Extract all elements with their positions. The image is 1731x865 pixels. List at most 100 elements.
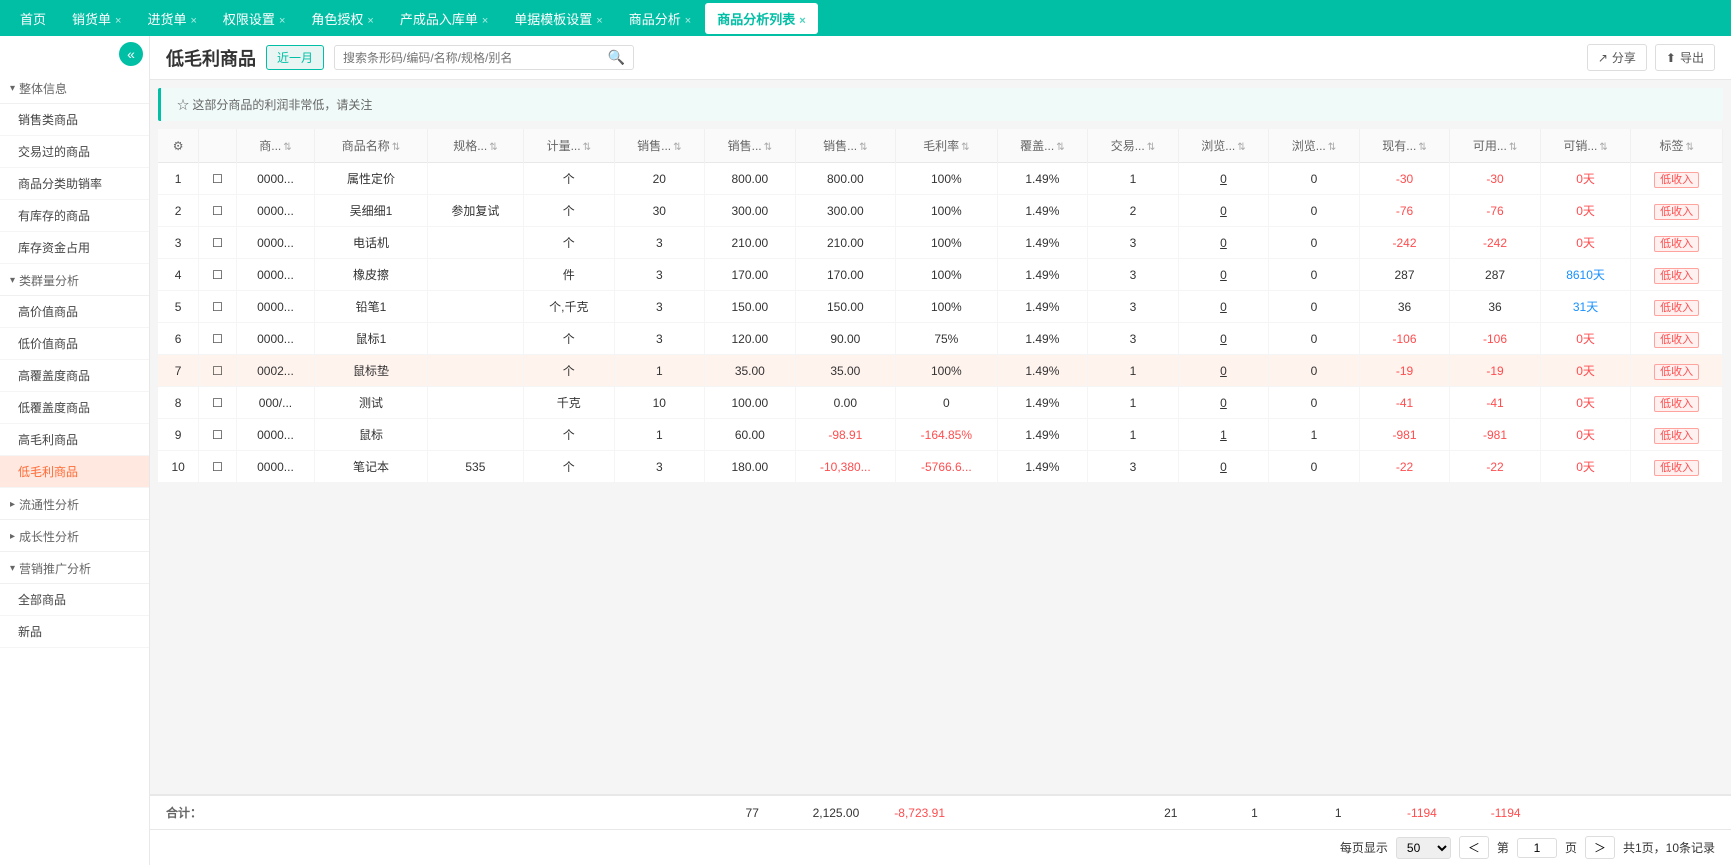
- nav-item-角色授权[interactable]: 角色授权×: [299, 3, 385, 34]
- group-label: 流通性分析: [19, 496, 79, 513]
- share-button[interactable]: ↗ 分享: [1587, 44, 1647, 71]
- row-checkbox[interactable]: ☐: [199, 227, 236, 259]
- sidebar-item-低覆盖度商品[interactable]: 低覆盖度商品: [0, 392, 149, 424]
- row-checkbox[interactable]: ☐: [199, 419, 236, 451]
- sidebar-item-高价值商品[interactable]: 高价值商品: [0, 296, 149, 328]
- search-icon[interactable]: 🔍: [608, 49, 625, 66]
- col-header-sales_qty[interactable]: 销售...⇅: [614, 129, 705, 163]
- row-checkbox[interactable]: ☐: [199, 291, 236, 323]
- nav-item-单据模板设置[interactable]: 单据模板设置×: [502, 3, 614, 34]
- col-header-sales_price[interactable]: 销售...⇅: [705, 129, 796, 163]
- close-icon[interactable]: ×: [190, 15, 196, 27]
- col-header-sales_amount[interactable]: 销售...⇅: [795, 129, 895, 163]
- nav-item-商品分析[interactable]: 商品分析×: [617, 3, 703, 34]
- sort-icon: ⇅: [1056, 142, 1064, 153]
- col-header-gross_margin[interactable]: 毛利率⇅: [896, 129, 998, 163]
- sidebar-group-类群量分析[interactable]: ▾类群量分析: [0, 264, 149, 296]
- sidebar-group-成长性分析[interactable]: ▸成长性分析: [0, 520, 149, 552]
- next-page-btn[interactable]: ＞: [1585, 836, 1615, 859]
- row-tag: 低收入: [1631, 355, 1723, 387]
- close-icon[interactable]: ×: [367, 15, 373, 27]
- search-box: 🔍: [334, 45, 634, 70]
- prev-page-btn[interactable]: ＜: [1459, 836, 1489, 859]
- footer-sales-qty: 77: [710, 806, 794, 820]
- close-icon[interactable]: ×: [482, 15, 488, 27]
- col-header-transaction[interactable]: 交易...⇅: [1088, 129, 1179, 163]
- sidebar-group-营销推广分析[interactable]: ▾营销推广分析: [0, 552, 149, 584]
- nav-item-商品分析列表[interactable]: 商品分析列表×: [705, 3, 817, 34]
- page-size-select[interactable]: 50 100 200: [1396, 837, 1451, 859]
- col-header-spec[interactable]: 规格...⇅: [427, 129, 523, 163]
- sidebar-item-新品[interactable]: 新品: [0, 616, 149, 648]
- col-header-coverage[interactable]: 覆盖...⇅: [997, 129, 1088, 163]
- col-header-available_stock[interactable]: 可用...⇅: [1450, 129, 1541, 163]
- row-name: 铅笔1: [315, 291, 428, 323]
- row-browse2: 0: [1269, 323, 1360, 355]
- row-gross-margin: 100%: [896, 227, 998, 259]
- nav-item-首页[interactable]: 首页: [8, 3, 58, 34]
- row-checkbox[interactable]: ☐: [199, 355, 236, 387]
- sidebar-group-流通性分析[interactable]: ▸流通性分析: [0, 488, 149, 520]
- close-icon[interactable]: ×: [685, 15, 691, 27]
- nav-item-进货单[interactable]: 进货单×: [135, 3, 208, 34]
- col-header-code[interactable]: 商...⇅: [236, 129, 314, 163]
- row-checkbox[interactable]: ☐: [199, 387, 236, 419]
- page-number-input[interactable]: [1517, 838, 1557, 858]
- sidebar-item-高毛利商品[interactable]: 高毛利商品: [0, 424, 149, 456]
- row-available-stock: -76: [1450, 195, 1541, 227]
- row-saleable-days: 0天: [1540, 355, 1631, 387]
- nav-item-产成品入库单[interactable]: 产成品入库单×: [388, 3, 500, 34]
- row-browse2: 0: [1269, 387, 1360, 419]
- nav-item-销货单[interactable]: 销货单×: [60, 3, 133, 34]
- table-row: 8☐000/...测试千克10100.000.0001.49%100-41-41…: [158, 387, 1723, 419]
- footer-browse2: 1: [1296, 806, 1380, 820]
- row-code: 0000...: [236, 291, 314, 323]
- row-tag: 低收入: [1631, 259, 1723, 291]
- close-icon[interactable]: ×: [799, 15, 805, 27]
- sidebar-collapse-btn[interactable]: «: [119, 42, 143, 66]
- row-current-stock: -242: [1359, 227, 1450, 259]
- row-checkbox[interactable]: ☐: [199, 195, 236, 227]
- row-saleable-days: 0天: [1540, 419, 1631, 451]
- export-button[interactable]: ⬆ 导出: [1655, 44, 1715, 71]
- sidebar-item-商品分类助销率[interactable]: 商品分类助销率: [0, 168, 149, 200]
- col-header-saleable_days[interactable]: 可销...⇅: [1540, 129, 1631, 163]
- row-checkbox[interactable]: ☐: [199, 451, 236, 483]
- row-checkbox[interactable]: ☐: [199, 259, 236, 291]
- sidebar-item-交易过的商品[interactable]: 交易过的商品: [0, 136, 149, 168]
- sidebar-item-有库存的商品[interactable]: 有库存的商品: [0, 200, 149, 232]
- sidebar-item-全部商品[interactable]: 全部商品: [0, 584, 149, 616]
- nav-item-权限设置[interactable]: 权限设置×: [211, 3, 297, 34]
- row-number: 10: [158, 451, 199, 483]
- footer-browse1: 1: [1213, 806, 1297, 820]
- sidebar-item-低毛利商品[interactable]: 低毛利商品: [0, 456, 149, 488]
- col-header-name[interactable]: 商品名称⇅: [315, 129, 428, 163]
- row-browse1: 0: [1178, 387, 1269, 419]
- filter-month-btn[interactable]: 近一月: [266, 45, 324, 70]
- row-current-stock: -981: [1359, 419, 1450, 451]
- row-checkbox[interactable]: ☐: [199, 163, 236, 195]
- row-transaction: 3: [1088, 323, 1179, 355]
- sidebar-item-高覆盖度商品[interactable]: 高覆盖度商品: [0, 360, 149, 392]
- close-icon[interactable]: ×: [279, 15, 285, 27]
- search-input[interactable]: [343, 51, 608, 65]
- row-checkbox[interactable]: ☐: [199, 323, 236, 355]
- close-icon[interactable]: ×: [596, 15, 602, 27]
- table-wrapper[interactable]: ⚙商...⇅商品名称⇅规格...⇅计量...⇅销售...⇅销售...⇅销售...…: [150, 121, 1731, 794]
- row-name: 属性定价: [315, 163, 428, 195]
- row-number: 7: [158, 355, 199, 387]
- col-header-browse2[interactable]: 浏览...⇅: [1269, 129, 1360, 163]
- col-header-browse1[interactable]: 浏览...⇅: [1178, 129, 1269, 163]
- table-row: 9☐0000...鼠标个160.00-98.91-164.85%1.49%111…: [158, 419, 1723, 451]
- col-header-tag[interactable]: 标签⇅: [1631, 129, 1723, 163]
- sidebar-item-低价值商品[interactable]: 低价值商品: [0, 328, 149, 360]
- row-gross-margin: 0: [896, 387, 998, 419]
- col-header-current_stock[interactable]: 现有...⇅: [1359, 129, 1450, 163]
- sidebar-group-整体信息[interactable]: ▾整体信息: [0, 72, 149, 104]
- sidebar-item-销售类商品[interactable]: 销售类商品: [0, 104, 149, 136]
- col-header-unit[interactable]: 计量...⇅: [524, 129, 615, 163]
- close-icon[interactable]: ×: [115, 15, 121, 27]
- sort-icon: ⇅: [1147, 142, 1155, 153]
- sidebar-item-库存资金占用[interactable]: 库存资金占用: [0, 232, 149, 264]
- table-row: 3☐0000...电话机个3210.00210.00100%1.49%300-2…: [158, 227, 1723, 259]
